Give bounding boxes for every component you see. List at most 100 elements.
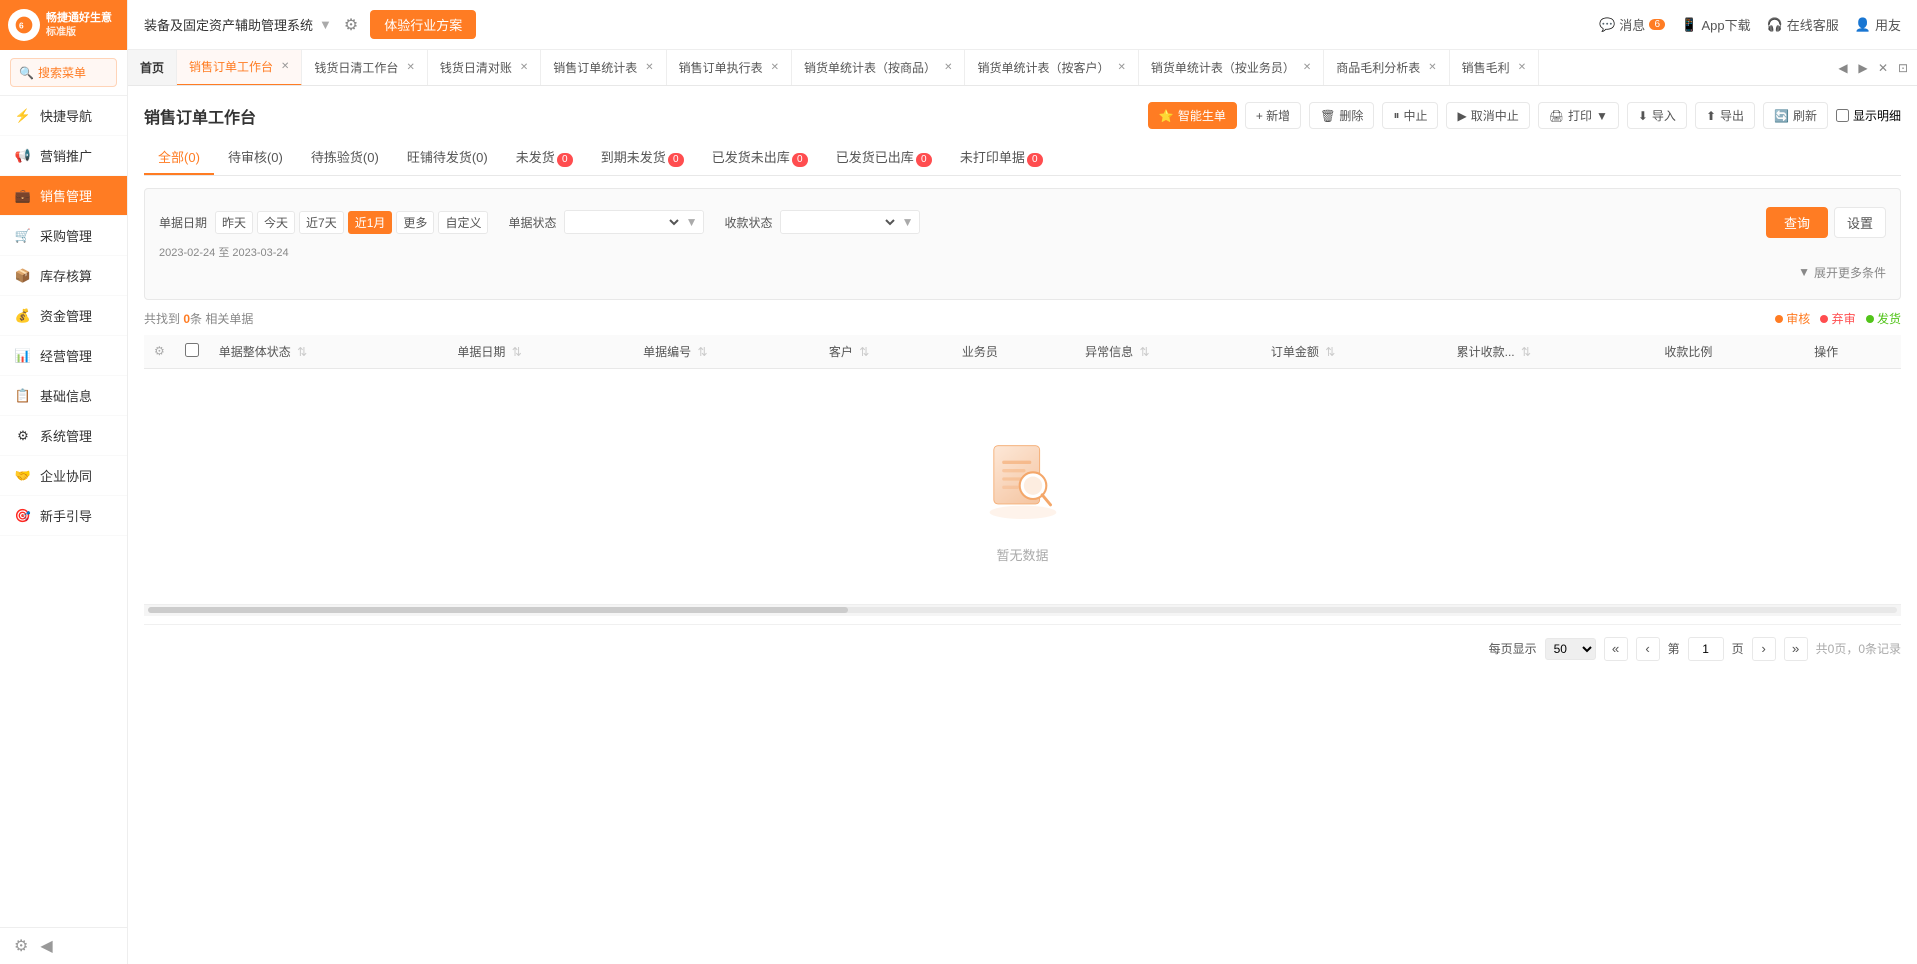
online-service-button[interactable]: 🎧 在线客服 (1767, 15, 1839, 34)
message-button[interactable]: 💬 消息 6 (1599, 15, 1665, 34)
tab-sales-more[interactable]: 销售毛利 ✕ (1450, 50, 1539, 86)
export-icon: ⬆ (1706, 109, 1716, 123)
tab-close-sales-order-stat[interactable]: ✕ (645, 62, 653, 73)
sidebar-item-marketing[interactable]: 📢 营销推广 (0, 136, 127, 176)
suspend-button[interactable]: ⏸ 中止 (1382, 102, 1438, 129)
search-menu-button[interactable]: 🔍 搜索菜单 (10, 58, 117, 87)
settings-bottom-button[interactable]: ⚙ (14, 936, 28, 956)
tab-scroll-left[interactable]: ◀ (1833, 58, 1853, 78)
filter-tab-pending-review[interactable]: 待审核(0) (214, 141, 297, 175)
message-badge: 6 (1649, 19, 1665, 30)
tab-sales-stat-customer[interactable]: 销货单统计表（按客户） ✕ (965, 50, 1138, 86)
page-next-button[interactable]: › (1752, 637, 1776, 661)
sidebar-item-enterprise[interactable]: 🤝 企业协同 (0, 456, 127, 496)
tab-expand[interactable]: ⊡ (1893, 58, 1913, 78)
filter-tab-not-printed[interactable]: 未打印单据0 (946, 141, 1057, 175)
tab-close-sales-more[interactable]: ✕ (1518, 62, 1526, 73)
tab-sales-stat-staff[interactable]: 销货单统计表（按业务员） ✕ (1139, 50, 1324, 86)
select-all-checkbox[interactable] (185, 343, 199, 357)
status-dropdown[interactable] (571, 214, 681, 230)
tab-close-all[interactable]: ✕ (1873, 58, 1893, 78)
sidebar-item-sales[interactable]: 💼 销售管理 (0, 176, 127, 216)
sidebar-item-quick-nav[interactable]: ⚡ 快捷导航 (0, 96, 127, 136)
page-prev-button[interactable]: ‹ (1636, 637, 1660, 661)
tab-close-sales-stat-product[interactable]: ✕ (944, 62, 952, 73)
payment-dropdown[interactable] (787, 214, 897, 230)
query-button[interactable]: 查询 (1766, 207, 1828, 238)
export-button[interactable]: ⬆ 导出 (1695, 102, 1755, 129)
add-button[interactable]: + 新增 (1245, 102, 1301, 129)
tab-close-sales-stat-customer[interactable]: ✕ (1117, 62, 1125, 73)
pagination-total: 共0页，0条记录 (1816, 640, 1901, 657)
tab-close-cash-reconcile[interactable]: ✕ (520, 62, 528, 73)
tab-cash-daily[interactable]: 钱货日清工作台 ✕ (302, 50, 427, 86)
tab-cash-reconcile[interactable]: 钱货日清对账 ✕ (428, 50, 541, 86)
review-action[interactable]: 审核 (1775, 310, 1810, 327)
pagination: 每页显示 50 20 100 « ‹ 第 页 › » 共0页，0条记录 (144, 624, 1901, 673)
tab-sales-stat-product[interactable]: 销货单统计表（按商品） ✕ (792, 50, 965, 86)
cancel-suspend-button[interactable]: ▶ 取消中止 (1446, 102, 1529, 129)
collapse-sidebar-button[interactable]: ◀ (40, 936, 52, 956)
setting-button[interactable]: 设置 (1834, 207, 1886, 238)
page-last-button[interactable]: » (1784, 637, 1808, 661)
tab-close-sales-stat-staff[interactable]: ✕ (1303, 62, 1311, 73)
filter-tab-shipped-not-out[interactable]: 已发货未出库0 (698, 141, 822, 175)
tab-close-sales-order[interactable]: ✕ (281, 61, 289, 72)
filter-tab-not-shipped[interactable]: 未发货0 (502, 141, 587, 175)
tab-sales-order-exec[interactable]: 销售订单执行表 ✕ (667, 50, 792, 86)
cta-button[interactable]: 体验行业方案 (370, 10, 476, 39)
app-download-button[interactable]: 📱 App下载 (1681, 15, 1750, 34)
tab-close-sales-order-exec[interactable]: ✕ (771, 62, 779, 73)
filter-tab-wangpu-pending[interactable]: 旺铺待发货(0) (393, 141, 502, 175)
tab-close-product-margin[interactable]: ✕ (1428, 62, 1436, 73)
tab-sales-order-stat[interactable]: 销售订单统计表 ✕ (541, 50, 666, 86)
date-btn-today[interactable]: 今天 (257, 211, 295, 234)
tab-product-margin[interactable]: 商品毛利分析表 ✕ (1324, 50, 1449, 86)
sidebar-item-basic-info[interactable]: 📋 基础信息 (0, 376, 127, 416)
expand-more-button[interactable]: ▼ 展开更多条件 (1798, 264, 1886, 281)
per-page-select[interactable]: 50 20 100 (1545, 638, 1596, 660)
show-details-checkbox[interactable] (1836, 109, 1849, 122)
page-input[interactable] (1688, 637, 1724, 661)
sidebar-item-purchase[interactable]: 🛒 采购管理 (0, 216, 127, 256)
scrollbar-thumb[interactable] (148, 607, 848, 613)
filter-tab-expired-not-shipped[interactable]: 到期未发货0 (587, 141, 698, 175)
sidebar-item-operations[interactable]: 📊 经营管理 (0, 336, 127, 376)
horizontal-scrollbar[interactable] (144, 604, 1901, 616)
svg-text:6: 6 (19, 20, 24, 30)
cancel-review-action[interactable]: 弃审 (1820, 310, 1855, 327)
refresh-button[interactable]: 🔄 刷新 (1763, 102, 1828, 129)
table-settings-icon[interactable]: ⚙ (154, 344, 165, 358)
page-first-button[interactable]: « (1604, 637, 1628, 661)
smart-create-button[interactable]: ⭐ 智能生单 (1148, 102, 1237, 129)
tab-sales-order[interactable]: 销售订单工作台 ✕ (177, 50, 302, 86)
tab-close-cash-daily[interactable]: ✕ (406, 62, 414, 73)
filter-tab-pending-inspect[interactable]: 待拣验货(0) (297, 141, 393, 175)
ship-action[interactable]: 发货 (1866, 310, 1901, 327)
sidebar-search-container: 🔍 搜索菜单 (0, 50, 127, 96)
date-btn-more[interactable]: 更多 (396, 211, 434, 234)
tab-home[interactable]: 首页 (128, 50, 177, 86)
sidebar-item-sys-manage[interactable]: ⚙ 系统管理 (0, 416, 127, 456)
date-btn-custom[interactable]: 自定义 (438, 211, 488, 234)
user-menu-button[interactable]: 👤 用友 (1855, 15, 1901, 34)
tab-scroll-right[interactable]: ▶ (1853, 58, 1873, 78)
sidebar-item-guide[interactable]: 🎯 新手引导 (0, 496, 127, 536)
payment-select[interactable]: ▼ (780, 210, 920, 234)
filter-tab-all[interactable]: 全部(0) (144, 141, 214, 175)
sidebar-item-finance[interactable]: 💰 资金管理 (0, 296, 127, 336)
delete-button[interactable]: 🗑 删除 (1309, 102, 1374, 129)
sidebar-item-inventory[interactable]: 📦 库存核算 (0, 256, 127, 296)
scrollbar-track[interactable] (148, 607, 1897, 613)
import-button[interactable]: ⬇ 导入 (1627, 102, 1687, 129)
print-button[interactable]: 🖨 打印 ▼ (1538, 102, 1619, 129)
date-btn-yesterday[interactable]: 昨天 (215, 211, 253, 234)
status-select[interactable]: ▼ (564, 210, 704, 234)
show-details-checkbox-label[interactable]: 显示明细 (1836, 107, 1901, 124)
shipped-not-out-badge: 0 (792, 153, 808, 167)
filter-tab-shipped-out[interactable]: 已发货已出库0 (822, 141, 946, 175)
date-btn-last1month[interactable]: 近1月 (348, 211, 393, 234)
topbar-settings-icon[interactable]: ⚙ (344, 15, 358, 35)
search-icon: 🔍 (19, 66, 34, 80)
date-btn-last7[interactable]: 近7天 (299, 211, 344, 234)
